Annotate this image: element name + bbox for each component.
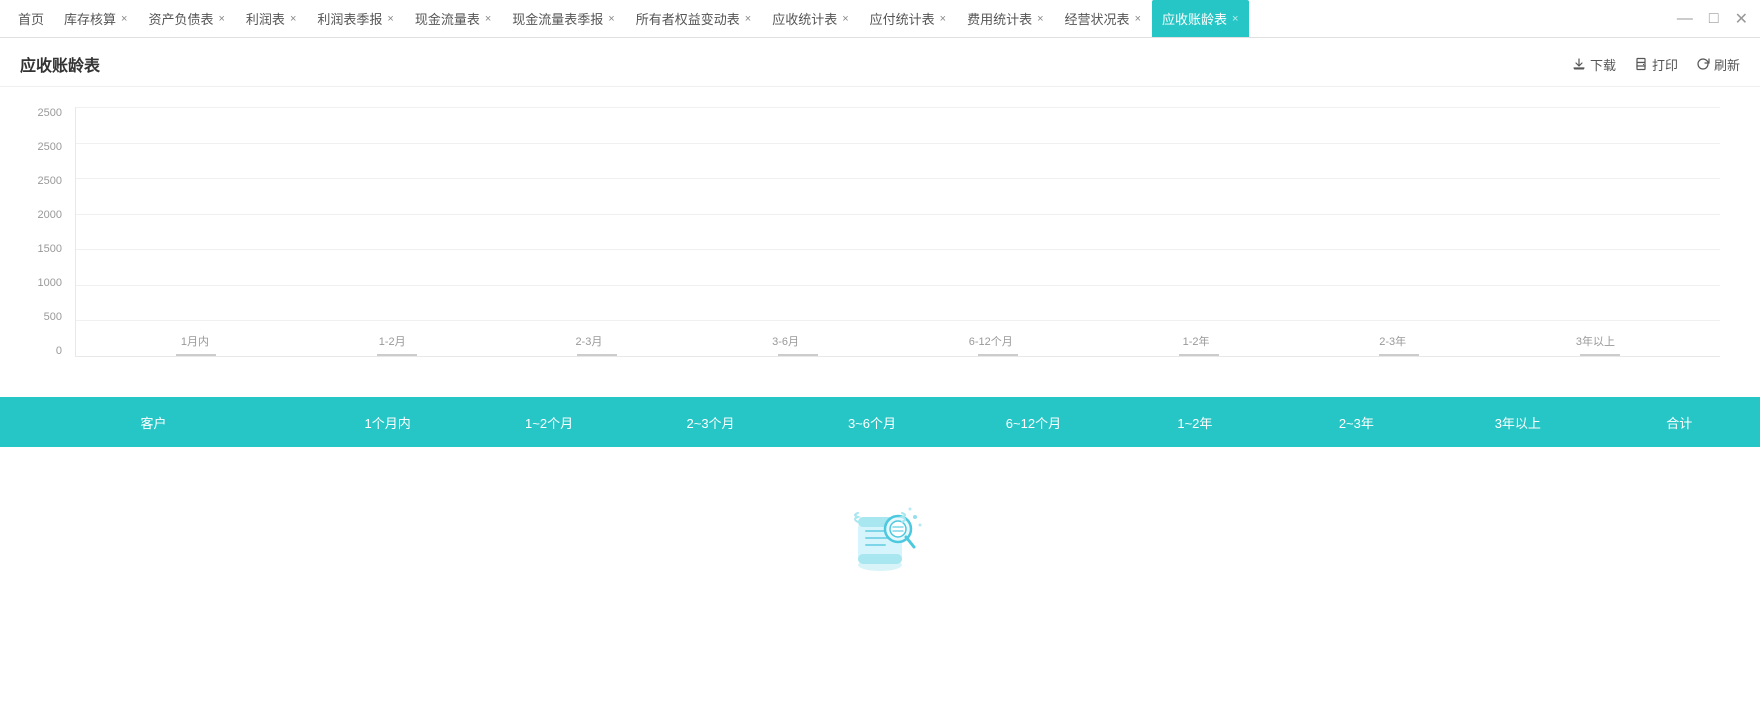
tab-close-cashflow-quarter[interactable]: × <box>608 13 614 25</box>
tab-bar: 首页 库存核算 × 资产负债表 × 利润表 × 利润表季报 × 现金流量表 × … <box>0 0 1760 38</box>
x-label-month3-6: 3-6月 <box>772 333 799 349</box>
x-labels: 1月内 1-2月 2-3月 3-6月 6-12个月 1-2年 2-3年 3年以上 <box>76 326 1720 356</box>
tab-close-cashflow[interactable]: × <box>485 13 491 25</box>
tab-close-ar-stat[interactable]: × <box>842 13 848 25</box>
chart-inner: 1月内 1-2月 2-3月 3-6月 6-12个月 1-2年 2-3年 3年以上 <box>75 107 1720 357</box>
x-label-month1: 1月内 <box>181 333 209 349</box>
x-label-year3plus: 3年以上 <box>1576 333 1615 349</box>
tab-home[interactable]: 首页 <box>8 9 54 28</box>
y-label-0: 0 <box>56 345 62 357</box>
col-header-year2-3: 2~3年 <box>1276 413 1437 432</box>
print-icon <box>1634 57 1648 71</box>
window-maximize-button[interactable]: □ <box>1705 8 1723 30</box>
table-section: 客户 1个月内 1~2个月 2~3个月 3~6个月 6~12个月 1~2年 2~… <box>0 397 1760 627</box>
tab-expense-stat[interactable]: 费用统计表 × <box>957 0 1054 38</box>
bars-container <box>76 107 1720 356</box>
tab-close-profit[interactable]: × <box>290 13 296 25</box>
print-button[interactable]: 打印 <box>1634 55 1678 74</box>
col-header-total: 合计 <box>1599 413 1760 432</box>
chart-area: 2500 2500 2500 2000 1500 1000 500 0 <box>0 87 1760 397</box>
y-label-2000: 2000 <box>38 209 62 221</box>
y-label-2500c: 2500 <box>38 175 62 187</box>
y-label-2500a: 2500 <box>38 107 62 119</box>
col-header-year1-2: 1~2年 <box>1114 413 1275 432</box>
tab-ap-stat[interactable]: 应付统计表 × <box>860 0 957 38</box>
y-axis: 2500 2500 2500 2000 1500 1000 500 0 <box>20 107 70 357</box>
tab-bar-actions: — □ ✕ <box>1673 7 1752 31</box>
download-icon <box>1572 57 1586 71</box>
x-label-month6-12: 6-12个月 <box>969 333 1013 349</box>
tab-ar-stat[interactable]: 应收统计表 × <box>762 0 859 38</box>
tab-close-inventory[interactable]: × <box>121 13 127 25</box>
refresh-icon <box>1696 57 1710 71</box>
x-label-year1-2: 1-2年 <box>1183 333 1210 349</box>
y-label-2500b: 2500 <box>38 141 62 153</box>
page-title: 应收账龄表 <box>20 52 100 76</box>
col-header-month6-12: 6~12个月 <box>953 413 1114 432</box>
y-label-1000: 1000 <box>38 277 62 289</box>
window-close-button[interactable]: ✕ <box>1731 7 1752 31</box>
tab-close-expense-stat[interactable]: × <box>1037 13 1043 25</box>
tab-equity[interactable]: 所有者权益变动表 × <box>626 0 762 38</box>
tab-balance[interactable]: 资产负债表 × <box>138 0 235 38</box>
tab-inventory[interactable]: 库存核算 × <box>54 0 138 38</box>
page-content: 应收账龄表 下载 打印 <box>0 38 1760 720</box>
tab-operations[interactable]: 经营状况表 × <box>1055 0 1152 38</box>
chart-container: 2500 2500 2500 2000 1500 1000 500 0 <box>20 107 1730 387</box>
col-header-month2-3: 2~3个月 <box>630 413 791 432</box>
col-header-customer: 客户 <box>0 413 307 432</box>
tab-close-balance[interactable]: × <box>218 13 224 25</box>
y-label-1500: 1500 <box>38 243 62 255</box>
x-label-month1-2: 1-2月 <box>379 333 406 349</box>
col-header-month1-2: 1~2个月 <box>468 413 629 432</box>
tab-profit-quarter[interactable]: 利润表季报 × <box>307 0 404 38</box>
tab-close-profit-quarter[interactable]: × <box>387 13 393 25</box>
empty-illustration <box>830 487 930 577</box>
col-header-month3-6: 3~6个月 <box>791 413 952 432</box>
window-minimize-button[interactable]: — <box>1673 8 1697 30</box>
tab-cashflow-quarter[interactable]: 现金流量表季报 × <box>502 0 625 38</box>
header-actions: 下载 打印 刷新 <box>1572 55 1740 74</box>
tab-ar-aging[interactable]: 应收账龄表 × <box>1152 0 1249 38</box>
empty-state <box>0 447 1760 627</box>
x-label-month2-3: 2-3月 <box>575 333 602 349</box>
tab-cashflow[interactable]: 现金流量表 × <box>405 0 502 38</box>
refresh-button[interactable]: 刷新 <box>1696 55 1740 74</box>
tab-close-ap-stat[interactable]: × <box>940 13 946 25</box>
col-header-month1: 1个月内 <box>307 413 468 432</box>
col-header-year3plus: 3年以上 <box>1437 413 1598 432</box>
tab-close-ar-aging[interactable]: × <box>1232 13 1238 25</box>
tab-profit[interactable]: 利润表 × <box>236 0 307 38</box>
tab-close-equity[interactable]: × <box>745 13 751 25</box>
tab-close-operations[interactable]: × <box>1135 13 1141 25</box>
page-header: 应收账龄表 下载 打印 <box>0 38 1760 87</box>
download-button[interactable]: 下载 <box>1572 55 1616 74</box>
y-label-500: 500 <box>44 311 62 323</box>
table-header: 客户 1个月内 1~2个月 2~3个月 3~6个月 6~12个月 1~2年 2~… <box>0 397 1760 447</box>
x-label-year2-3: 2-3年 <box>1379 333 1406 349</box>
